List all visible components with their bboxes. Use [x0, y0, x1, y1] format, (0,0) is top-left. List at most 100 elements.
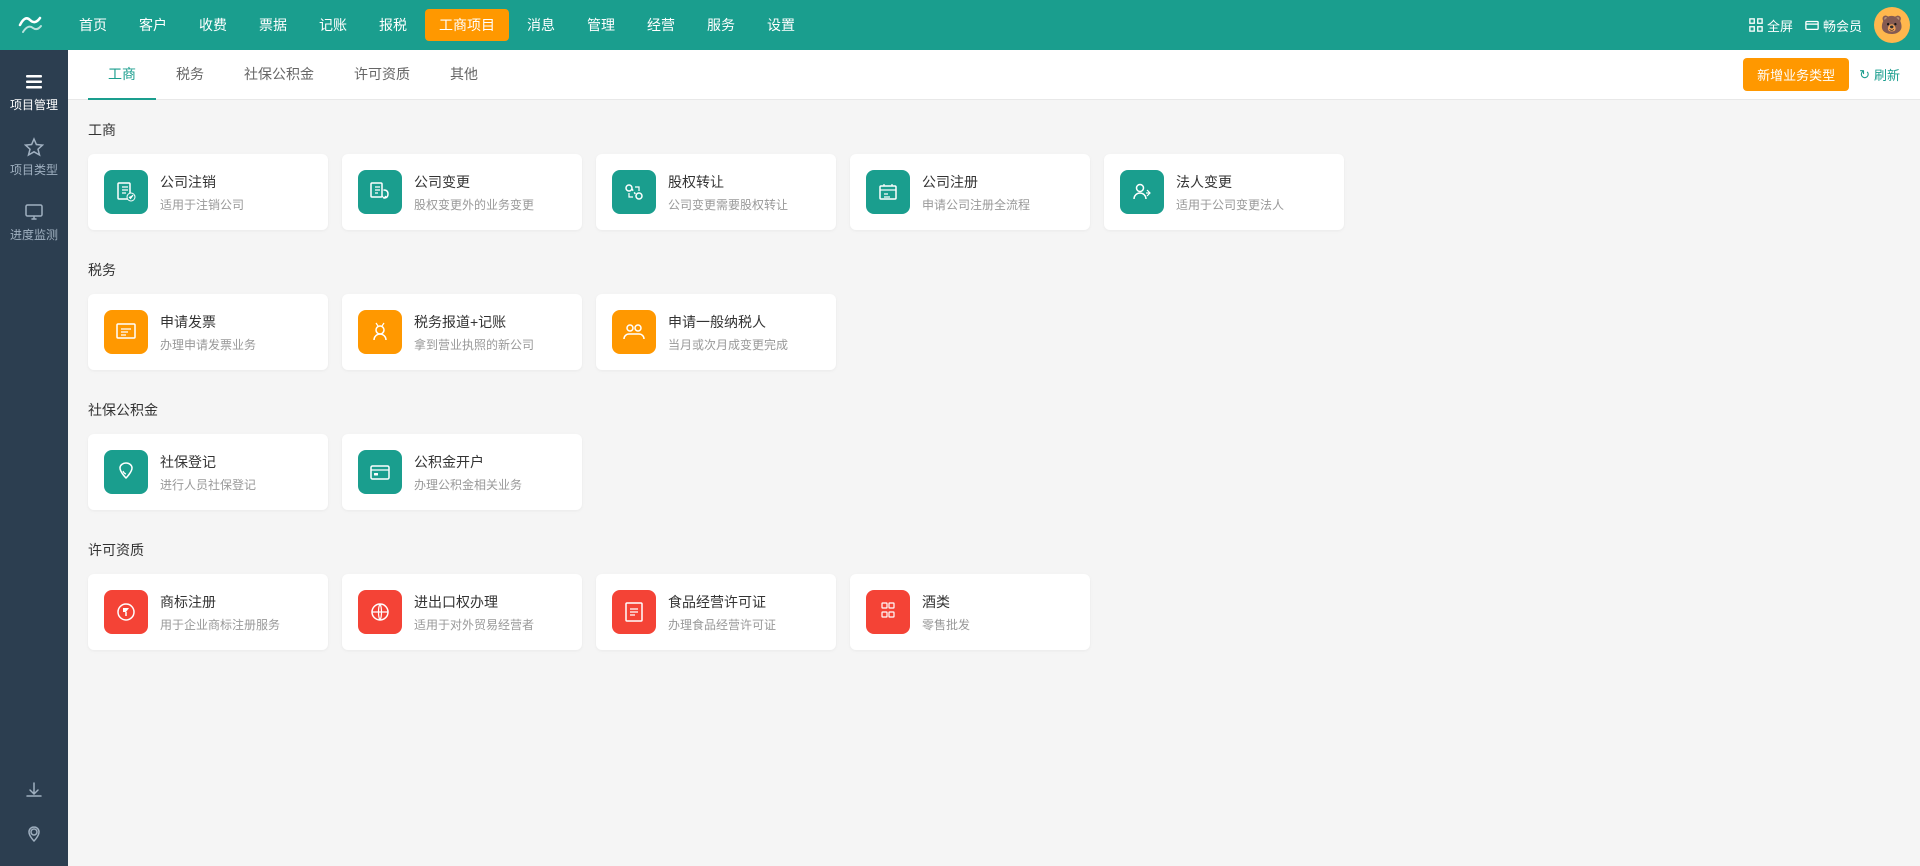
content-area: 工商税务社保公积金许可资质其他新增业务类型↻刷新 工商公司注销适用于注销公司公司… [68, 50, 1920, 866]
card-icon [612, 310, 656, 354]
tab-社保公积金[interactable]: 社保公积金 [224, 50, 334, 100]
top-navigation: 首页客户收费票据记账报税工商项目消息管理经营服务设置 全屏 畅会员 🐻 [0, 0, 1920, 50]
card-icon [1120, 170, 1164, 214]
sidebar: 项目管理 项目类型 进度监测 [0, 50, 68, 866]
card-进出口权办理[interactable]: 进出口权办理适用于对外贸易经营者 [342, 574, 582, 650]
card-info: 股权转让公司变更需要股权转让 [668, 172, 820, 213]
tab-其他[interactable]: 其他 [430, 50, 498, 100]
sidebar-item-project-type[interactable]: 项目类型 [0, 125, 68, 190]
card-desc: 股权变更外的业务变更 [414, 196, 566, 213]
card-desc: 适用于公司变更法人 [1176, 196, 1328, 213]
card-info: 公司变更股权变更外的业务变更 [414, 172, 566, 213]
card-title: 商标注册 [160, 592, 312, 612]
card-desc: 拿到营业执照的新公司 [414, 336, 566, 353]
card-info: 公司注册申请公司注册全流程 [922, 172, 1074, 213]
card-社保登记[interactable]: 社保登记进行人员社保登记 [88, 434, 328, 510]
nav-items: 首页客户收费票据记账报税工商项目消息管理经营服务设置 [65, 9, 1749, 41]
card-公司变更[interactable]: 公司变更股权变更外的业务变更 [342, 154, 582, 230]
card-icon [104, 310, 148, 354]
card-icon [358, 310, 402, 354]
card-公积金开户[interactable]: 公积金开户办理公积金相关业务 [342, 434, 582, 510]
tab-bar-actions: 新增业务类型 ↻刷新 [1743, 58, 1900, 91]
nav-item-工商项目[interactable]: 工商项目 [425, 9, 509, 41]
card-info: 社保登记进行人员社保登记 [160, 452, 312, 493]
card-desc: 进行人员社保登记 [160, 476, 312, 493]
card-title: 公司注销 [160, 172, 312, 192]
sidebar-label-project-type: 项目类型 [10, 161, 58, 178]
card-desc: 办理申请发票业务 [160, 336, 312, 353]
nav-item-经营[interactable]: 经营 [633, 9, 689, 41]
sidebar-location-button[interactable] [0, 812, 68, 856]
nav-item-设置[interactable]: 设置 [753, 9, 809, 41]
card-icon [866, 170, 910, 214]
card-info: 法人变更适用于公司变更法人 [1176, 172, 1328, 213]
card-title: 申请发票 [160, 312, 312, 332]
card-酒类[interactable]: 酒类零售批发 [850, 574, 1090, 650]
cards-grid: 社保登记进行人员社保登记 公积金开户办理公积金相关业务 [88, 434, 1900, 510]
vip-button[interactable]: 畅会员 [1805, 16, 1862, 35]
card-公司注销[interactable]: 公司注销适用于注销公司 [88, 154, 328, 230]
card-info: 公积金开户办理公积金相关业务 [414, 452, 566, 493]
tab-税务[interactable]: 税务 [156, 50, 224, 100]
card-desc: 申请公司注册全流程 [922, 196, 1074, 213]
sidebar-download-button[interactable] [0, 768, 68, 812]
section-title: 税务 [88, 260, 1900, 280]
card-desc: 公司变更需要股权转让 [668, 196, 820, 213]
fullscreen-button[interactable]: 全屏 [1749, 16, 1793, 35]
card-title: 酒类 [922, 592, 1074, 612]
card-股权转让[interactable]: 股权转让公司变更需要股权转让 [596, 154, 836, 230]
nav-item-消息[interactable]: 消息 [513, 9, 569, 41]
nav-item-记账[interactable]: 记账 [305, 9, 361, 41]
card-法人变更[interactable]: 法人变更适用于公司变更法人 [1104, 154, 1344, 230]
content-scroll[interactable]: 工商公司注销适用于注销公司公司变更股权变更外的业务变更股权转让公司变更需要股权转… [68, 100, 1920, 866]
card-desc: 办理食品经营许可证 [668, 616, 820, 633]
nav-item-管理[interactable]: 管理 [573, 9, 629, 41]
card-申请一般纳税人[interactable]: 申请一般纳税人当月或次月成变更完成 [596, 294, 836, 370]
card-icon [866, 590, 910, 634]
nav-item-首页[interactable]: 首页 [65, 9, 121, 41]
top-nav-right: 全屏 畅会员 🐻 [1749, 7, 1910, 43]
card-食品经营许可证[interactable]: 食品经营许可证办理食品经营许可证 [596, 574, 836, 650]
sidebar-bottom [0, 768, 68, 856]
section-title: 社保公积金 [88, 400, 1900, 420]
card-info: 申请发票办理申请发票业务 [160, 312, 312, 353]
card-税务报道+记账[interactable]: 税务报道+记账拿到营业执照的新公司 [342, 294, 582, 370]
card-info: 食品经营许可证办理食品经营许可证 [668, 592, 820, 633]
card-info: 进出口权办理适用于对外贸易经营者 [414, 592, 566, 633]
nav-item-服务[interactable]: 服务 [693, 9, 749, 41]
card-title: 进出口权办理 [414, 592, 566, 612]
logo [10, 5, 50, 45]
card-title: 公司变更 [414, 172, 566, 192]
card-desc: 用于企业商标注册服务 [160, 616, 312, 633]
cards-grid: 商标注册用于企业商标注册服务 进出口权办理适用于对外贸易经营者 食品经营许可证办理食… [88, 574, 1900, 650]
nav-item-客户[interactable]: 客户 [125, 9, 181, 41]
tab-许可资质[interactable]: 许可资质 [334, 50, 430, 100]
fullscreen-label: 全屏 [1767, 16, 1793, 35]
card-icon [358, 590, 402, 634]
card-icon [358, 450, 402, 494]
card-商标注册[interactable]: 商标注册用于企业商标注册服务 [88, 574, 328, 650]
tab-工商[interactable]: 工商 [88, 50, 156, 100]
card-icon [612, 170, 656, 214]
card-申请发票[interactable]: 申请发票办理申请发票业务 [88, 294, 328, 370]
main-layout: 项目管理 项目类型 进度监测 [0, 50, 1920, 866]
card-info: 公司注销适用于注销公司 [160, 172, 312, 213]
new-type-button[interactable]: 新增业务类型 [1743, 58, 1849, 91]
card-desc: 适用于对外贸易经营者 [414, 616, 566, 633]
refresh-button[interactable]: ↻刷新 [1859, 65, 1900, 84]
card-desc: 办理公积金相关业务 [414, 476, 566, 493]
mascot-avatar: 🐻 [1874, 7, 1910, 43]
sidebar-item-project-management[interactable]: 项目管理 [0, 60, 68, 125]
nav-item-报税[interactable]: 报税 [365, 9, 421, 41]
card-title: 申请一般纳税人 [668, 312, 820, 332]
cards-grid: 申请发票办理申请发票业务税务报道+记账拿到营业执照的新公司申请一般纳税人当月或次… [88, 294, 1900, 370]
sidebar-label-progress-monitor: 进度监测 [10, 226, 58, 243]
card-desc: 零售批发 [922, 616, 1074, 633]
refresh-label: 刷新 [1874, 65, 1900, 84]
nav-item-票据[interactable]: 票据 [245, 9, 301, 41]
card-title: 食品经营许可证 [668, 592, 820, 612]
nav-item-收费[interactable]: 收费 [185, 9, 241, 41]
card-公司注册[interactable]: 公司注册申请公司注册全流程 [850, 154, 1090, 230]
sidebar-item-progress-monitor[interactable]: 进度监测 [0, 190, 68, 255]
card-icon [104, 170, 148, 214]
